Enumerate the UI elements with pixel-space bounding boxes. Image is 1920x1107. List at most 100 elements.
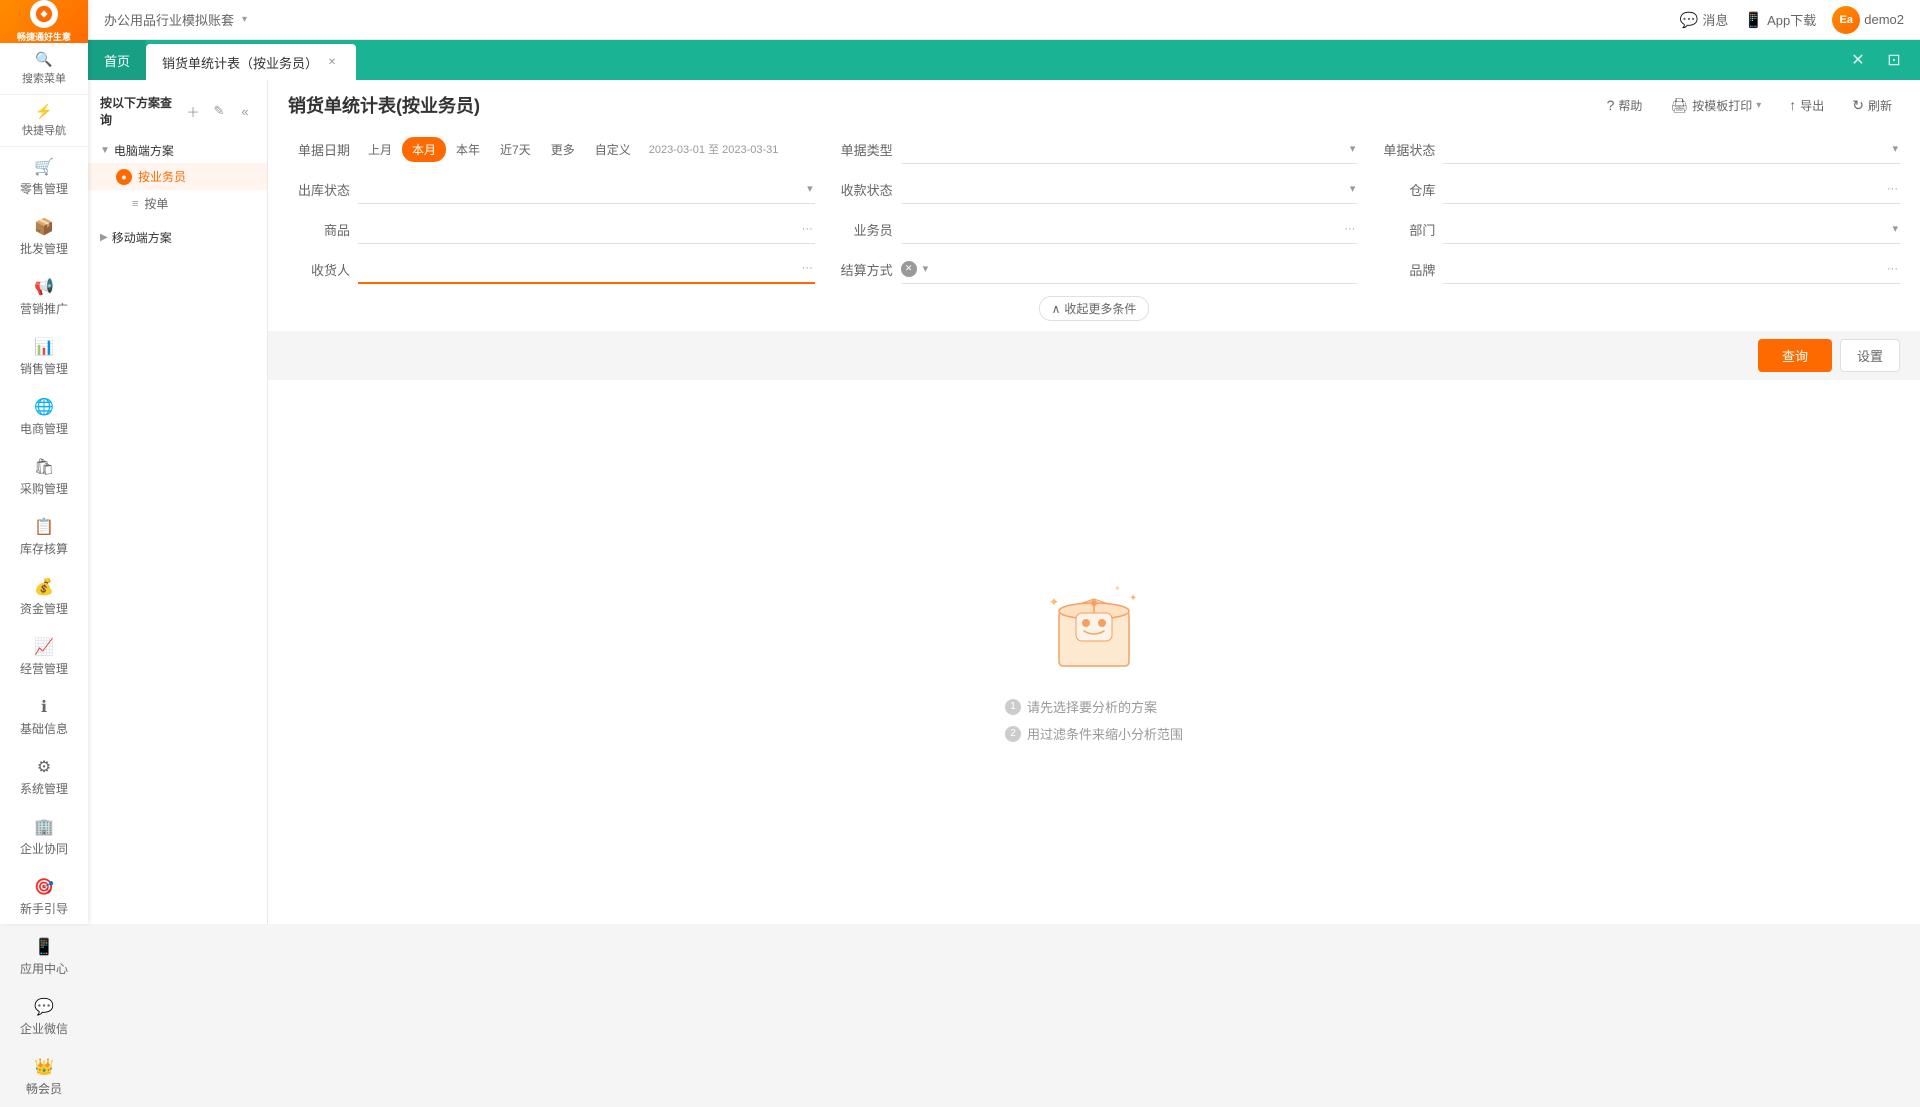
date-btn-this-month[interactable]: 本月 (402, 137, 446, 162)
out-status-input-field[interactable] (358, 182, 805, 196)
sidebar-item-wholesale[interactable]: 📦 批发管理 (0, 207, 88, 267)
quick-nav-icon: ⚡ (35, 103, 52, 120)
query-button[interactable]: 查询 (1758, 339, 1832, 372)
doc-status-input-field[interactable] (1443, 142, 1890, 156)
brand-dots-icon[interactable]: ··· (1885, 263, 1900, 275)
settlement-clear-btn[interactable]: ✕ (901, 261, 917, 277)
desktop-scheme-group-header[interactable]: ▼ 电脑端方案 (88, 138, 267, 163)
dept-input-field[interactable] (1443, 222, 1890, 236)
dept-input[interactable]: ▾ (1443, 214, 1900, 244)
doc-type-input[interactable]: ▾ (901, 134, 1358, 164)
sidebar-item-enterprise[interactable]: 🏢 企业协同 (0, 807, 88, 867)
goods-input[interactable]: ··· (358, 214, 815, 244)
doc-type-input-field[interactable] (901, 142, 1348, 156)
base-info-label: 基础信息 (20, 720, 68, 737)
receiver-filter-item: 收货人 ··· (288, 254, 815, 284)
mobile-scheme-group-header[interactable]: ▶ 移动端方案 (88, 225, 267, 250)
sidebar-item-system[interactable]: ⚙ 系统管理 (0, 747, 88, 807)
receipt-status-input[interactable]: ▾ (901, 174, 1358, 204)
warehouse-input-field[interactable] (1443, 182, 1885, 196)
page-actions: ? 帮助 🖨 按模板打印 ▾ ↑ 导出 ↻ 刷新 (1599, 93, 1900, 118)
receiver-dots-icon[interactable]: ··· (800, 262, 815, 274)
out-status-input[interactable]: ▾ (358, 174, 815, 204)
tip-text-1: 请先选择要分析的方案 (1027, 697, 1157, 716)
collapse-button[interactable]: ∧ 收起更多条件 (1039, 296, 1150, 321)
filter-row-1: 单据日期 上月 本月 本年 近7天 更多 自定义 2023-03-01 至 20… (288, 134, 1900, 164)
breadcrumb-dropdown-icon[interactable]: ▾ (242, 14, 247, 25)
date-btn-custom[interactable]: 自定义 (585, 137, 641, 162)
brand-input-field[interactable] (1443, 262, 1885, 276)
salesperson-input[interactable]: ··· (901, 214, 1358, 244)
template-print-label: 按模板打印 (1692, 97, 1752, 114)
sidebar-item-sales[interactable]: 📊 销售管理 (0, 327, 88, 387)
tab-bar: 首页 销货单统计表（按业务员） ✕ ✕ ⊡ (88, 40, 1920, 80)
sidebar-item-inventory[interactable]: 📋 库存核算 (0, 507, 88, 567)
sidebar-item-retail[interactable]: 🛒 零售管理 (0, 147, 88, 207)
svg-text:✦: ✦ (1129, 593, 1137, 604)
receiver-input-field[interactable] (358, 261, 800, 275)
scheme-by-salesperson[interactable]: ● 按业务员 (88, 163, 267, 190)
settlement-label: 结算方式 (831, 260, 901, 279)
collapse-label: 收起更多条件 (1064, 300, 1136, 317)
app-download-button[interactable]: 📱 App下载 (1744, 10, 1816, 29)
sidebar-item-finance[interactable]: 💰 资金管理 (0, 567, 88, 627)
receipt-status-input-field[interactable] (901, 182, 1348, 196)
collapse-panel-button[interactable]: « (235, 101, 255, 121)
doc-type-dropdown-icon[interactable]: ▾ (1348, 142, 1358, 155)
date-btn-more[interactable]: 更多 (541, 137, 585, 162)
purchase-icon: 🛍 (34, 457, 54, 477)
operations-icon: 📈 (34, 637, 54, 657)
salesperson-input-field[interactable] (901, 222, 1343, 236)
sidebar-item-marketing[interactable]: 📢 营销推广 (0, 267, 88, 327)
sidebar-item-purchase[interactable]: 🛍 采购管理 (0, 447, 88, 507)
dept-dropdown-icon[interactable]: ▾ (1890, 222, 1900, 235)
settlement-dropdown-icon[interactable]: ▾ (921, 262, 931, 275)
refresh-button[interactable]: ↻ 刷新 (1844, 93, 1900, 118)
settlement-input[interactable]: ✕ ▾ (901, 254, 1358, 284)
warehouse-input[interactable]: ··· (1443, 174, 1900, 204)
tab-sales-stat[interactable]: 销货单统计表（按业务员） ✕ (146, 44, 356, 80)
date-btn-this-year[interactable]: 本年 (446, 137, 490, 162)
receipt-status-filter-item: 收款状态 ▾ (831, 174, 1358, 204)
message-button[interactable]: 💬 消息 (1680, 10, 1729, 29)
sidebar-item-base-info[interactable]: ℹ 基础信息 (0, 687, 88, 747)
receipt-status-dropdown-icon[interactable]: ▾ (1348, 182, 1358, 195)
warehouse-dots-icon[interactable]: ··· (1885, 183, 1900, 195)
sidebar-item-operations[interactable]: 📈 经营管理 (0, 627, 88, 687)
tab-maximize-button[interactable]: ⊡ (1880, 46, 1908, 74)
tab-close-window-button[interactable]: ✕ (1844, 46, 1872, 74)
tab-bar-actions: ✕ ⊡ (1844, 46, 1920, 74)
empty-state-content: ✦ ✦ ✦ 1 请先选择要分析的方案 2 用过滤条件来缩小分析范围 (1005, 561, 1183, 743)
brand-input[interactable]: ··· (1443, 254, 1900, 284)
sidebar-item-search[interactable]: 🔍 搜索菜单 (0, 43, 88, 95)
template-print-button[interactable]: 🖨 按模板打印 ▾ (1662, 93, 1769, 118)
scheme-salesperson-label: 按业务员 (138, 168, 186, 185)
left-panel-title: 按以下方案查询 (100, 94, 183, 128)
base-info-icon: ℹ (34, 697, 54, 717)
export-button[interactable]: ↑ 导出 (1781, 93, 1832, 118)
sidebar-item-vip[interactable]: 👑 畅会员 (0, 1047, 88, 1107)
date-filter-item: 单据日期 上月 本月 本年 近7天 更多 自定义 2023-03-01 至 20… (288, 134, 815, 164)
sidebar-item-ecommerce[interactable]: 🌐 电商管理 (0, 387, 88, 447)
settings-button[interactable]: 设置 (1840, 339, 1900, 372)
sidebar-item-quick-nav[interactable]: ⚡ 快捷导航 (0, 95, 88, 147)
sidebar-item-app-center[interactable]: 📱 应用中心 (0, 927, 88, 987)
doc-status-dropdown-icon[interactable]: ▾ (1890, 142, 1900, 155)
tab-home[interactable]: 首页 (88, 40, 146, 80)
add-scheme-button[interactable]: ＋ (183, 101, 203, 121)
sidebar-item-enterprise-wechat[interactable]: 💬 企业微信 (0, 987, 88, 1047)
tab-close-button[interactable]: ✕ (324, 54, 340, 70)
edit-scheme-button[interactable]: ✎ (209, 101, 229, 121)
help-button[interactable]: ? 帮助 (1599, 93, 1651, 118)
goods-input-field[interactable] (358, 222, 800, 236)
user-profile-button[interactable]: Ea demo2 (1832, 6, 1904, 34)
date-btn-last-month[interactable]: 上月 (358, 137, 402, 162)
sidebar-item-newbie[interactable]: 🎯 新手引导 (0, 867, 88, 927)
doc-status-input[interactable]: ▾ (1443, 134, 1900, 164)
date-btn-last7[interactable]: 近7天 (490, 137, 541, 162)
out-status-dropdown-icon[interactable]: ▾ (805, 182, 815, 195)
salesperson-dots-icon[interactable]: ··· (1342, 223, 1357, 235)
scheme-by-order[interactable]: ≡ 按单 (88, 190, 267, 217)
goods-dots-icon[interactable]: ··· (800, 223, 815, 235)
receiver-input[interactable]: ··· (358, 254, 815, 284)
